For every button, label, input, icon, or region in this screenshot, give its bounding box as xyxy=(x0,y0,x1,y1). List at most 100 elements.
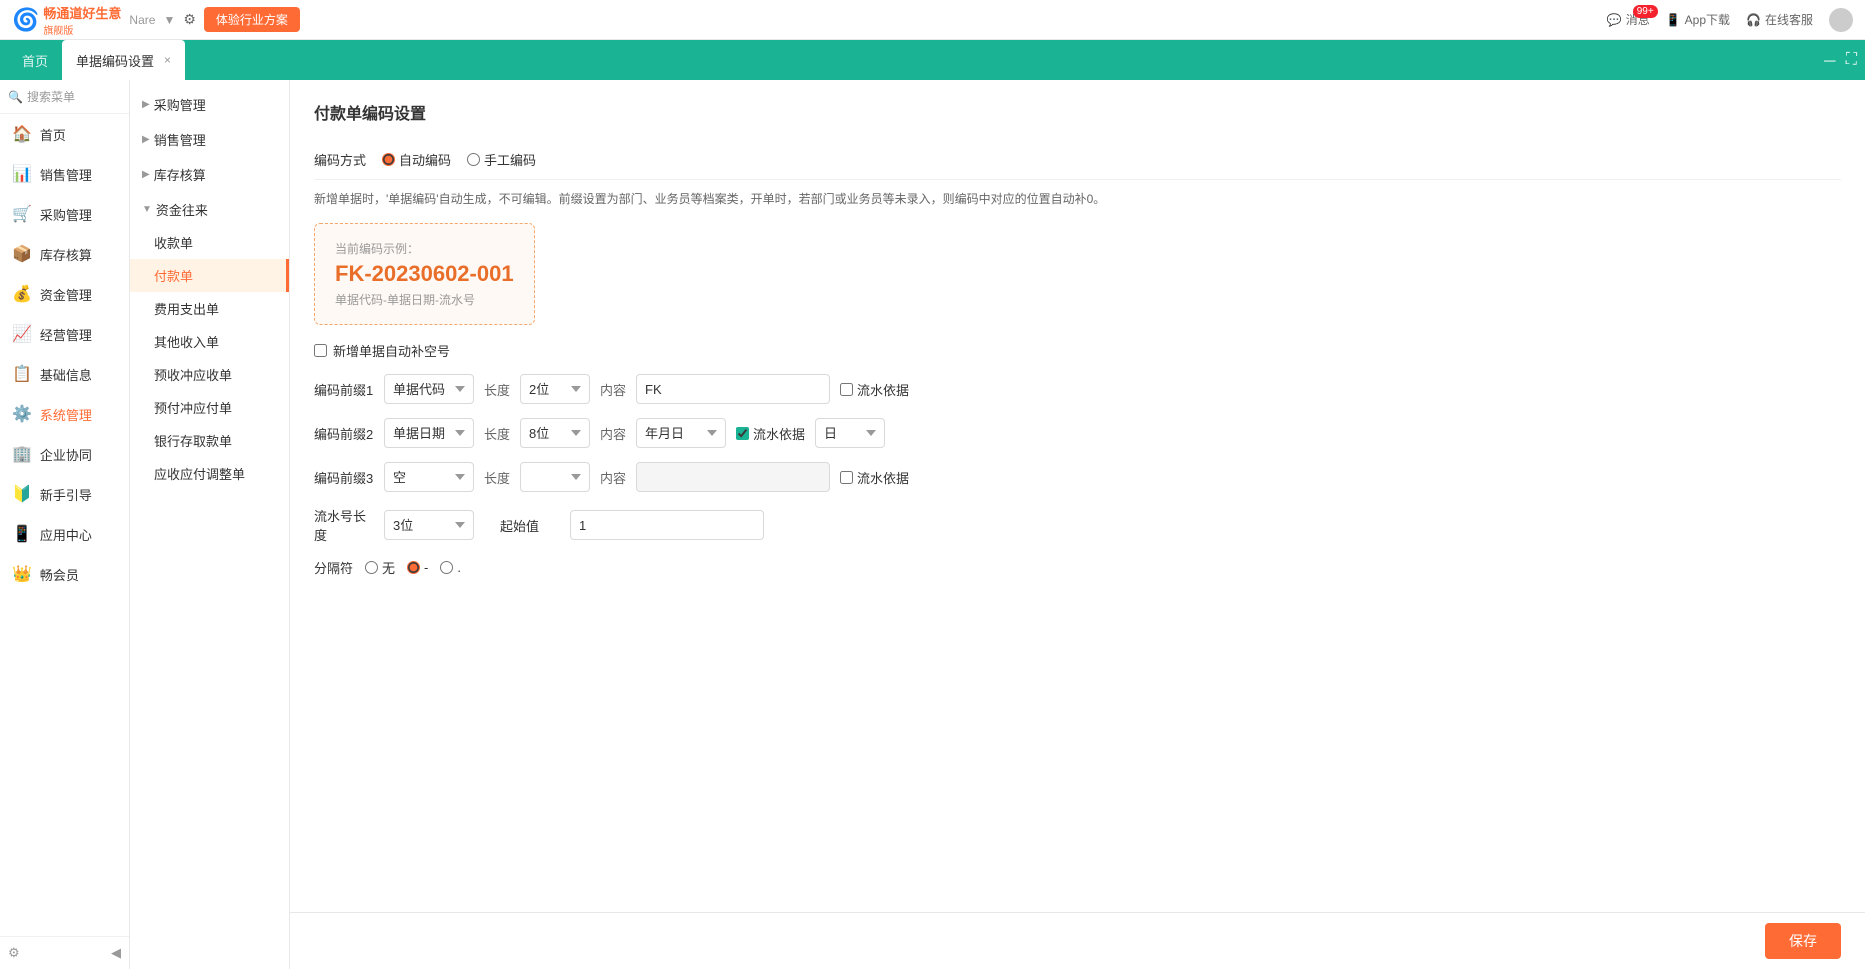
left-menu-item-expense[interactable]: 费用支出单 xyxy=(130,292,289,325)
online-service-item[interactable]: 🎧 在线客服 xyxy=(1746,11,1813,28)
app-download-label: App下载 xyxy=(1685,11,1730,28)
company-dropdown-icon[interactable]: ▼ xyxy=(163,13,175,27)
sep-dash-radio[interactable] xyxy=(407,561,420,574)
length-select-2[interactable]: 8位 xyxy=(520,418,590,448)
prefix-select-1[interactable]: 单据代码 xyxy=(384,374,474,404)
app-logo: 🌀 畅通道好生意 旗舰版 xyxy=(12,3,121,37)
sidebar-settings-icon[interactable]: ⚙ xyxy=(8,945,20,961)
preview-desc: 单据代码-单据日期-流水号 xyxy=(335,291,514,308)
length-select-3[interactable] xyxy=(520,462,590,492)
separator-options: 无 - . xyxy=(365,558,461,577)
tab-home[interactable]: 首页 xyxy=(8,40,62,80)
serial-length-select[interactable]: 3位 xyxy=(384,510,474,540)
left-menu-prepay-receivable-label: 预收冲应收单 xyxy=(154,368,232,383)
separator-row: 分隔符 无 - . xyxy=(314,558,1841,577)
start-val-input[interactable] xyxy=(570,510,764,540)
tab-current-label: 单据编码设置 xyxy=(76,51,154,70)
sidebar-item-home[interactable]: 🏠 首页 xyxy=(0,114,129,154)
guide-icon: 🔰 xyxy=(12,484,32,504)
sidebar-item-enterprise[interactable]: 🏢 企业协同 xyxy=(0,434,129,474)
left-menu-item-bank-deposit[interactable]: 银行存取款单 xyxy=(130,424,289,457)
sep-none[interactable]: 无 xyxy=(365,558,395,577)
waterfall-checkbox-2[interactable] xyxy=(736,427,749,440)
message-icon-item[interactable]: 💬 消息 99+ xyxy=(1607,11,1650,28)
left-menu-item-payment[interactable]: 付款单 xyxy=(130,259,289,292)
sep-dash-label: - xyxy=(424,560,428,575)
tab-close-icon[interactable]: × xyxy=(164,53,171,67)
content-select-2[interactable]: 年月日 xyxy=(636,418,726,448)
left-menu-item-prepay-receivable[interactable]: 预收冲应收单 xyxy=(130,358,289,391)
left-menu-prepay-payable-label: 预付冲应付单 xyxy=(154,401,232,416)
user-avatar[interactable] xyxy=(1829,8,1853,32)
sidebar-item-sales[interactable]: 📊 销售管理 xyxy=(0,154,129,194)
trial-button[interactable]: 体验行业方案 xyxy=(204,7,300,32)
left-menu-payment-label: 付款单 xyxy=(154,269,193,284)
manual-coding-input[interactable] xyxy=(467,153,480,166)
online-service-label: 在线客服 xyxy=(1765,11,1813,28)
waterfall-checkbox-3[interactable] xyxy=(840,471,853,484)
left-menu-item-receivable-adjust[interactable]: 应收应付调整单 xyxy=(130,457,289,490)
sidebar-collapse-icon[interactable]: ◀ xyxy=(111,945,121,961)
auto-coding-input[interactable] xyxy=(382,153,395,166)
sidebar-item-guide[interactable]: 🔰 新手引导 xyxy=(0,474,129,514)
sales-icon: 📊 xyxy=(12,164,32,184)
waterfall-check-1[interactable]: 流水依据 xyxy=(840,380,909,399)
manual-coding-radio[interactable]: 手工编码 xyxy=(467,150,536,169)
auto-coding-radio[interactable]: 自动编码 xyxy=(382,150,451,169)
settings-icon[interactable]: ⚙ xyxy=(183,11,196,28)
tab-maximize-icon[interactable]: ⛶ xyxy=(1846,51,1857,69)
save-button[interactable]: 保存 xyxy=(1765,923,1841,959)
prefix-select-2[interactable]: 单据日期 xyxy=(384,418,474,448)
auto-fill-checkbox[interactable] xyxy=(314,344,327,357)
length-select-1[interactable]: 2位 xyxy=(520,374,590,404)
tab-minimize-icon[interactable]: － xyxy=(1822,48,1838,72)
sidebar-item-purchase[interactable]: 🛒 采购管理 xyxy=(0,194,129,234)
prefix-select-3[interactable]: 空 xyxy=(384,462,474,492)
sidebar-search[interactable]: 🔍 搜索菜单 xyxy=(0,80,129,114)
service-icon: 🎧 xyxy=(1746,13,1761,27)
main-layout: 🔍 搜索菜单 🏠 首页 📊 销售管理 🛒 采购管理 📦 库存核算 💰 xyxy=(0,80,1865,969)
prefix-row-2: 编码前缀2 单据日期 长度 8位 内容 年月日 流水依据 xyxy=(314,418,1841,448)
left-menu-header-sales[interactable]: ▶ 销售管理 xyxy=(130,123,289,156)
right-panel: 付款单编码设置 编码方式 自动编码 手工编码 xyxy=(290,80,1865,969)
sep-dash[interactable]: - xyxy=(407,560,428,575)
download-icon: 📱 xyxy=(1666,13,1681,27)
content-input-1[interactable] xyxy=(636,374,830,404)
prefix-row-1: 编码前缀1 单据代码 长度 2位 内容 流水依据 xyxy=(314,374,1841,404)
left-menu-expense-label: 费用支出单 xyxy=(154,302,219,317)
operation-icon: 📈 xyxy=(12,324,32,344)
left-menu-header-capital[interactable]: ▼ 资金往来 xyxy=(130,193,289,226)
top-bar: 🌀 畅通道好生意 旗舰版 Nare ▼ ⚙ 体验行业方案 💬 消息 99+ 📱 … xyxy=(0,0,1865,40)
left-menu-group-inventory: ▶ 库存核算 xyxy=(130,158,289,191)
left-menu-receipt-label: 收款单 xyxy=(154,236,193,251)
prefix-label-2: 编码前缀2 xyxy=(314,424,374,443)
sidebar-item-system[interactable]: ⚙️ 系统管理 xyxy=(0,394,129,434)
message-icon: 💬 xyxy=(1607,13,1622,27)
company-name: Nare xyxy=(129,13,155,27)
sep-none-radio[interactable] xyxy=(365,561,378,574)
left-menu-item-other-income[interactable]: 其他收入单 xyxy=(130,325,289,358)
sidebar-item-finance[interactable]: 💰 资金管理 xyxy=(0,274,129,314)
sidebar-item-member[interactable]: 👑 畅会员 xyxy=(0,554,129,594)
left-menu-header-purchase[interactable]: ▶ 采购管理 xyxy=(130,88,289,121)
tab-bar-right: － ⛶ xyxy=(1822,48,1857,72)
sidebar-item-basic[interactable]: 📋 基础信息 xyxy=(0,354,129,394)
sidebar-item-app-center[interactable]: 📱 应用中心 xyxy=(0,514,129,554)
separator-label: 分隔符 xyxy=(314,558,353,577)
waterfall-check-2[interactable]: 流水依据 xyxy=(736,424,805,443)
sidebar-item-inventory[interactable]: 📦 库存核算 xyxy=(0,234,129,274)
sep-dot-radio[interactable] xyxy=(440,561,453,574)
left-menu-item-receipt[interactable]: 收款单 xyxy=(130,226,289,259)
purchase-icon: 🛒 xyxy=(12,204,32,224)
auto-fill-row: 新增单据自动补空号 xyxy=(314,341,1841,360)
sidebar-item-operation[interactable]: 📈 经营管理 xyxy=(0,314,129,354)
waterfall-check-3[interactable]: 流水依据 xyxy=(840,468,909,487)
tab-current[interactable]: 单据编码设置 × xyxy=(62,40,185,80)
app-download-item[interactable]: 📱 App下载 xyxy=(1666,11,1730,28)
day-select-2[interactable]: 日 xyxy=(815,418,885,448)
waterfall-checkbox-1[interactable] xyxy=(840,383,853,396)
sep-dot[interactable]: . xyxy=(440,560,461,575)
left-menu-item-prepay-payable[interactable]: 预付冲应付单 xyxy=(130,391,289,424)
left-menu-header-inventory[interactable]: ▶ 库存核算 xyxy=(130,158,289,191)
enterprise-icon: 🏢 xyxy=(12,444,32,464)
